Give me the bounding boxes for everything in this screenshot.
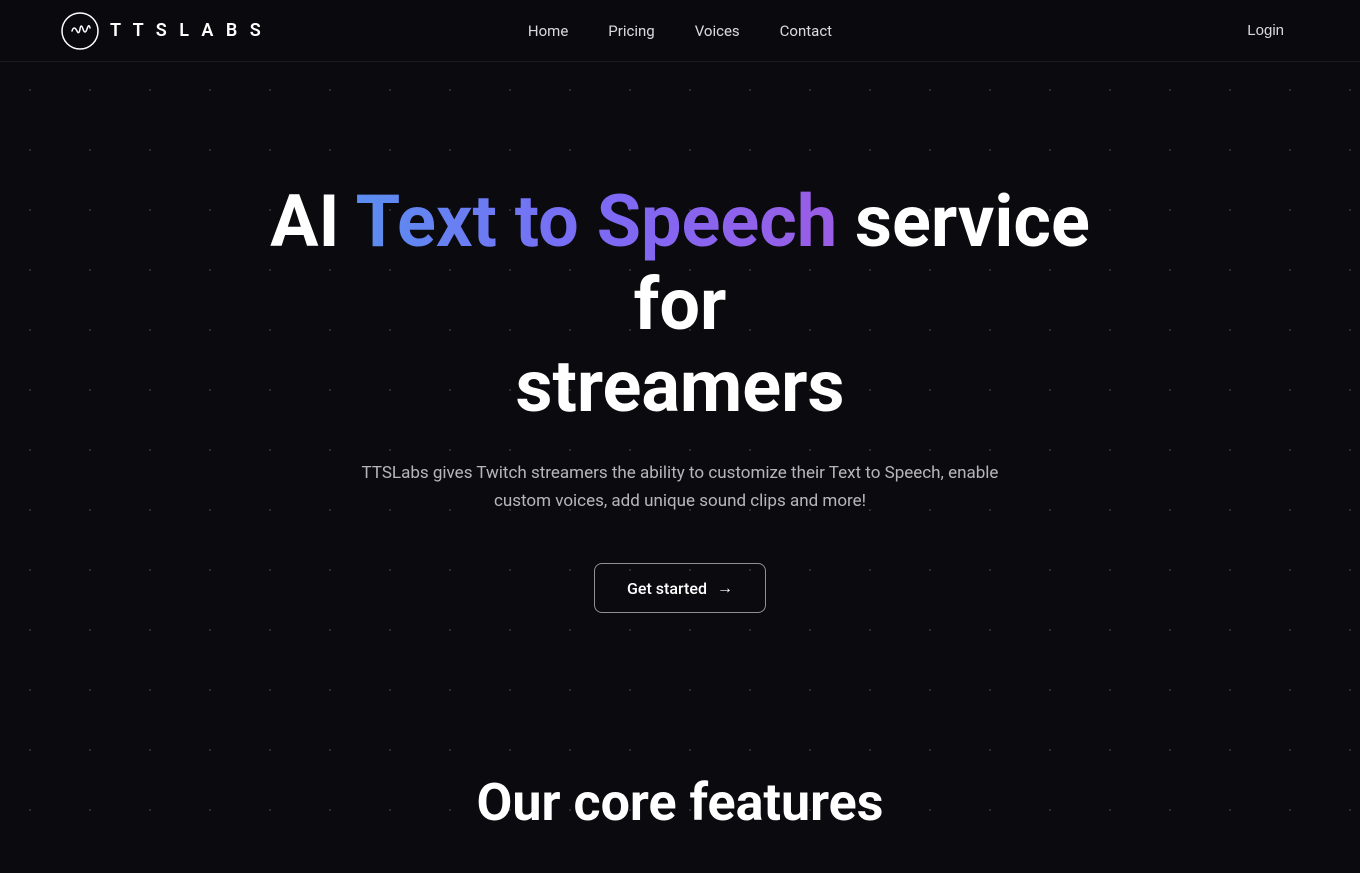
- login-button[interactable]: Login: [1231, 14, 1300, 47]
- nav-link-home[interactable]: Home: [528, 22, 568, 40]
- nav-item-voices[interactable]: Voices: [695, 21, 740, 40]
- logo-text: T T S L A B S: [110, 20, 265, 41]
- nav-link-pricing[interactable]: Pricing: [608, 22, 654, 40]
- nav-link-contact[interactable]: Contact: [780, 22, 832, 40]
- cta-arrow: →: [717, 578, 733, 598]
- nav-item-home[interactable]: Home: [528, 21, 568, 40]
- nav-item-pricing[interactable]: Pricing: [608, 21, 654, 40]
- logo-link[interactable]: T T S L A B S: [60, 11, 265, 51]
- navbar: T T S L A B S Home Pricing Voices Contac…: [0, 0, 1360, 62]
- hero-subtitle: TTSLabs gives Twitch streamers the abili…: [360, 459, 1000, 515]
- hero-title-gradient: Text to Speech: [356, 179, 838, 264]
- cta-label: Get started: [627, 579, 707, 598]
- hero-title-plain-start: AI: [270, 179, 355, 264]
- nav-link-voices[interactable]: Voices: [695, 22, 740, 40]
- features-section: Our core features: [0, 712, 1360, 873]
- logo-icon: [60, 11, 100, 51]
- nav-right: Login: [1231, 14, 1300, 47]
- hero-section: AI Text to Speech service forstreamers T…: [0, 62, 1360, 712]
- get-started-button[interactable]: Get started →: [594, 563, 766, 613]
- nav-item-contact[interactable]: Contact: [780, 21, 832, 40]
- features-title: Our core features: [40, 772, 1320, 833]
- nav-links: Home Pricing Voices Contact: [528, 21, 832, 40]
- hero-title: AI Text to Speech service forstreamers: [230, 181, 1130, 429]
